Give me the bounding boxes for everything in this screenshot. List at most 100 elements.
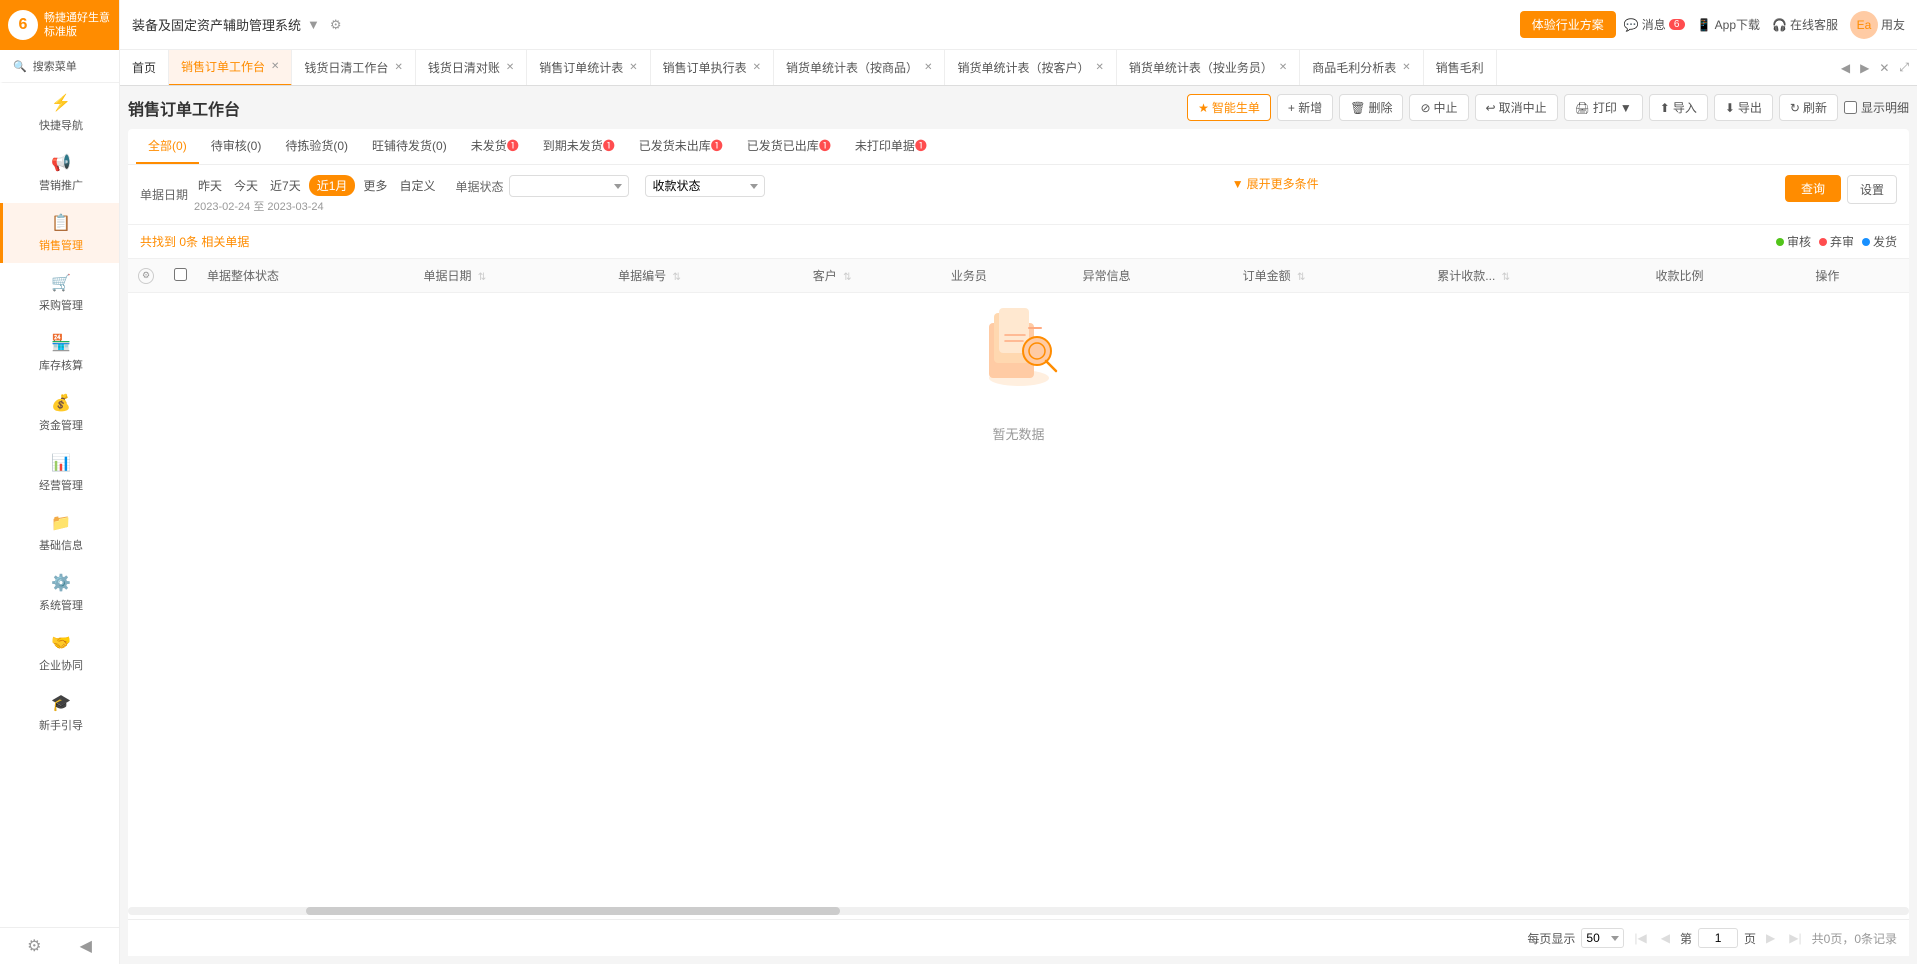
sidebar-item-finance[interactable]: 💰 资金管理 (0, 383, 119, 443)
tab-close-cash-daily[interactable]: ✕ (394, 62, 402, 73)
abort-button[interactable]: ⊘ 中止 (1409, 94, 1468, 121)
th-gear[interactable]: ⚙ (128, 259, 164, 293)
tab-close-sales-workbench[interactable]: ✕ (271, 61, 279, 72)
date-opt-custom[interactable]: 自定义 (395, 175, 439, 196)
tab-cash-daily[interactable]: 钱货日清工作台 ✕ (292, 50, 415, 86)
th-number[interactable]: 单据编号 ⇅ (608, 259, 803, 293)
query-button[interactable]: 查询 (1785, 175, 1841, 202)
sub-tab-shipped-out[interactable]: 已发货已出库❶ (735, 129, 843, 164)
topbar-user-action[interactable]: Ea 用友 (1850, 11, 1905, 39)
sidebar-item-sales[interactable]: 📋 销售管理 (0, 203, 119, 263)
select-all-checkbox[interactable] (174, 268, 187, 281)
page-next-btn[interactable]: ▶ (1762, 930, 1779, 946)
sub-tab-all[interactable]: 全部(0) (136, 129, 199, 164)
tab-close-all-btn[interactable]: ✕ (1875, 59, 1893, 77)
sidebar-item-operations[interactable]: 📊 经营管理 (0, 443, 119, 503)
topbar-message-action[interactable]: 💬 消息 6 (1624, 16, 1685, 33)
page-last-btn[interactable]: ▶| (1785, 930, 1805, 946)
topbar-online-service-action[interactable]: 🎧 在线客服 (1772, 16, 1838, 33)
tab-cash-reconcile[interactable]: 钱货日清对账 ✕ (416, 50, 527, 86)
sort-number-icon[interactable]: ⇅ (672, 272, 680, 283)
sidebar-item-inventory[interactable]: 🏪 库存核算 (0, 323, 119, 383)
tab-close-margin-analysis[interactable]: ✕ (1402, 62, 1410, 73)
tab-sales-stat-customer[interactable]: 销货单统计表（按客户） ✕ (945, 50, 1116, 86)
tab-sales-stat[interactable]: 销售订单统计表 ✕ (527, 50, 650, 86)
sidebar-item-marketing[interactable]: 📢 营销推广 (0, 143, 119, 203)
horizontal-scrollbar[interactable] (128, 907, 1909, 915)
ship-action-btn[interactable]: 发货 (1862, 233, 1897, 250)
date-opt-today[interactable]: 今天 (230, 175, 262, 196)
delete-button[interactable]: 🗑 删除 (1339, 94, 1403, 121)
sub-tab-not-printed[interactable]: 未打印单据❶ (843, 129, 939, 164)
topbar-settings-icon[interactable]: ⚙ (330, 17, 342, 33)
tab-sales-profit[interactable]: 销售毛利 (1424, 50, 1497, 86)
smart-create-button[interactable]: ★ 智能生单 (1187, 94, 1271, 121)
date-opt-1month[interactable]: 近1月 (309, 175, 356, 196)
print-button[interactable]: 🖨 打印 ▼ (1564, 94, 1643, 121)
sub-tab-not-shipped[interactable]: 未发货❶ (459, 129, 531, 164)
show-detail-checkbox[interactable] (1844, 101, 1857, 114)
sidebar-item-quicknav[interactable]: ⚡ 快捷导航 (0, 83, 119, 143)
export-button[interactable]: ⬇ 导出 (1714, 94, 1773, 121)
sort-collected-icon[interactable]: ⇅ (1502, 272, 1510, 283)
sub-tab-overdue-not-shipped[interactable]: 到期未发货❶ (531, 129, 627, 164)
date-opt-yesterday[interactable]: 昨天 (194, 175, 226, 196)
cancel-abort-button[interactable]: ↩ 取消中止 (1475, 94, 1558, 121)
import-button[interactable]: ⬆ 导入 (1649, 94, 1708, 121)
filter-expand-btn[interactable]: ▼ 展开更多条件 (1232, 175, 1319, 192)
th-amount[interactable]: 订单金额 ⇅ (1233, 259, 1428, 293)
sidebar-item-purchase[interactable]: 🛒 采购管理 (0, 263, 119, 323)
th-collected[interactable]: 累计收款... ⇅ (1427, 259, 1645, 293)
th-date[interactable]: 单据日期 ⇅ (413, 259, 608, 293)
sort-amount-icon[interactable]: ⇅ (1297, 272, 1305, 283)
column-settings-icon[interactable]: ⚙ (138, 268, 154, 284)
sort-customer-icon[interactable]: ⇅ (843, 272, 851, 283)
sub-tab-wangpu-pending[interactable]: 旺铺待发货(0) (360, 129, 459, 164)
sub-tab-pending-review[interactable]: 待审核(0) (199, 129, 274, 164)
abandon-action-btn[interactable]: 弃审 (1819, 233, 1854, 250)
filter-status-select[interactable] (509, 175, 629, 197)
sidebar-item-baseinfo[interactable]: 📁 基础信息 (0, 503, 119, 563)
sidebar-collapse-btn[interactable]: ◀ (80, 936, 92, 956)
tab-sales-workbench[interactable]: 销售订单工作台 ✕ (169, 50, 292, 86)
tab-prev-btn[interactable]: ◀ (1837, 59, 1854, 77)
page-prev-btn[interactable]: ◀ (1657, 930, 1674, 946)
sub-tab-shipped-not-out[interactable]: 已发货未出库❶ (627, 129, 735, 164)
tab-close-sales-stat-customer[interactable]: ✕ (1095, 62, 1103, 73)
page-size-select[interactable]: 50 20 100 (1581, 928, 1624, 948)
tab-home[interactable]: 首页 (120, 50, 169, 86)
date-opt-more[interactable]: 更多 (359, 175, 391, 196)
topbar-dropdown-icon[interactable]: ▼ (307, 17, 320, 32)
th-customer[interactable]: 客户 ⇅ (803, 259, 941, 293)
tab-next-btn[interactable]: ▶ (1856, 59, 1873, 77)
sidebar-item-search[interactable]: 🔍 搜索菜单 (0, 50, 119, 83)
tab-close-sales-stat[interactable]: ✕ (629, 62, 637, 73)
page-input[interactable] (1698, 928, 1738, 948)
tab-close-cash-reconcile[interactable]: ✕ (506, 62, 514, 73)
sidebar-settings-btn[interactable]: ⚙ (27, 936, 41, 956)
th-staff[interactable]: 业务员 (941, 259, 1073, 293)
sidebar-item-guide[interactable]: 🎓 新手引导 (0, 683, 119, 743)
th-checkbox[interactable] (164, 259, 197, 293)
tab-sales-exec[interactable]: 销售订单执行表 ✕ (651, 50, 774, 86)
review-action-btn[interactable]: 审核 (1776, 233, 1811, 250)
sub-tab-pending-inspection[interactable]: 待拣验货(0) (273, 129, 360, 164)
scrollbar-thumb[interactable] (306, 907, 840, 915)
tab-sales-stat-product[interactable]: 销货单统计表（按商品） ✕ (774, 50, 945, 86)
new-button[interactable]: + 新增 (1277, 94, 1333, 121)
date-opt-7days[interactable]: 近7天 (266, 175, 305, 196)
tab-close-sales-stat-staff[interactable]: ✕ (1279, 62, 1287, 73)
industry-solution-button[interactable]: 体验行业方案 (1520, 11, 1616, 38)
refresh-button[interactable]: ↻ 刷新 (1779, 94, 1838, 121)
page-first-btn[interactable]: |◀ (1630, 930, 1650, 946)
tab-sales-stat-staff[interactable]: 销货单统计表（按业务员） ✕ (1117, 50, 1300, 86)
tab-close-sales-exec[interactable]: ✕ (753, 62, 761, 73)
sidebar-item-system[interactable]: ⚙️ 系统管理 (0, 563, 119, 623)
sort-date-icon[interactable]: ⇅ (478, 272, 486, 283)
tab-close-sales-stat-product[interactable]: ✕ (924, 62, 932, 73)
filter-payment-status-select[interactable]: 收款状态 (645, 175, 765, 197)
tab-expand-btn[interactable]: ⤢ (1895, 58, 1913, 77)
topbar-app-download-action[interactable]: 📱 App下载 (1697, 16, 1760, 33)
table-scroll-container[interactable]: ⚙ 单据整体状态 单据日期 ⇅ (128, 259, 1909, 903)
show-detail-label[interactable]: 显示明细 (1844, 99, 1909, 116)
